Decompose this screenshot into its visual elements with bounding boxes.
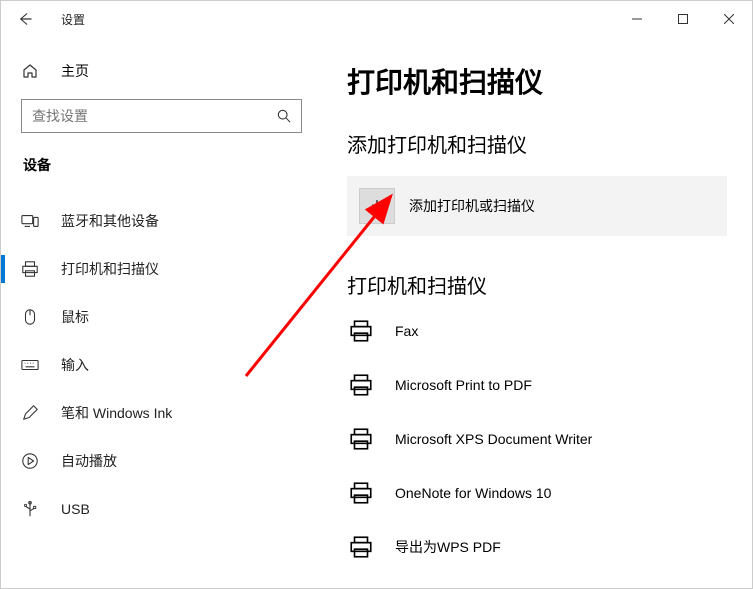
section-printers-heading: 打印机和扫描仪 bbox=[347, 270, 736, 299]
printer-label: OneNote for Windows 10 bbox=[395, 485, 551, 501]
add-printer-label: 添加打印机或扫描仪 bbox=[409, 196, 535, 216]
printer-device-icon bbox=[347, 425, 375, 453]
nav-label: 自动播放 bbox=[61, 451, 117, 471]
sidebar-item-usb[interactable]: USB bbox=[1, 485, 311, 533]
main-panel: 打印机和扫描仪 添加打印机和扫描仪 + 添加打印机或扫描仪 打印机和扫描仪 Fa… bbox=[331, 37, 752, 588]
printer-label: Microsoft XPS Document Writer bbox=[395, 431, 592, 447]
arrow-left-icon bbox=[18, 12, 32, 26]
window-title: 设置 bbox=[61, 11, 85, 28]
sidebar-item-autoplay[interactable]: 自动播放 bbox=[1, 437, 311, 485]
printer-icon bbox=[21, 260, 39, 278]
nav-list: 蓝牙和其他设备 打印机和扫描仪 鼠标 输入 笔和 Windows Ink 自动播… bbox=[1, 197, 311, 533]
close-icon bbox=[724, 14, 734, 24]
autoplay-icon bbox=[21, 452, 39, 470]
sidebar: 主页 设备 蓝牙和其他设备 打印机和扫描仪 鼠标 输入 bbox=[1, 37, 331, 588]
printer-device-icon bbox=[347, 371, 375, 399]
maximize-icon bbox=[678, 14, 688, 24]
search-icon bbox=[277, 109, 291, 123]
category-label: 设备 bbox=[21, 155, 311, 175]
search-box[interactable] bbox=[21, 99, 302, 133]
home-link[interactable]: 主页 bbox=[21, 61, 311, 81]
printer-label: Microsoft Print to PDF bbox=[395, 377, 532, 393]
nav-label: 笔和 Windows Ink bbox=[61, 403, 172, 423]
printers-list: Fax Microsoft Print to PDF Microsoft XPS… bbox=[347, 317, 736, 561]
pen-icon bbox=[21, 404, 39, 422]
nav-label: 输入 bbox=[61, 355, 89, 375]
home-label: 主页 bbox=[61, 61, 89, 81]
nav-label: 打印机和扫描仪 bbox=[61, 259, 159, 279]
devices-icon bbox=[21, 212, 39, 230]
nav-label: USB bbox=[61, 501, 90, 517]
nav-label: 鼠标 bbox=[61, 307, 89, 327]
printer-device-icon bbox=[347, 317, 375, 345]
page-title: 打印机和扫描仪 bbox=[347, 61, 736, 101]
minimize-icon bbox=[632, 14, 642, 24]
home-icon bbox=[21, 63, 39, 79]
maximize-button[interactable] bbox=[660, 4, 706, 34]
printer-item-fax[interactable]: Fax bbox=[347, 317, 736, 345]
printer-item-xps[interactable]: Microsoft XPS Document Writer bbox=[347, 425, 736, 453]
usb-icon bbox=[21, 500, 39, 518]
printer-item-ms-print-pdf[interactable]: Microsoft Print to PDF bbox=[347, 371, 736, 399]
printer-device-icon bbox=[347, 533, 375, 561]
printer-item-wps-pdf[interactable]: 导出为WPS PDF bbox=[347, 533, 736, 561]
sidebar-item-mouse[interactable]: 鼠标 bbox=[1, 293, 311, 341]
plus-icon: + bbox=[359, 188, 395, 224]
sidebar-item-bluetooth[interactable]: 蓝牙和其他设备 bbox=[1, 197, 311, 245]
add-printer-button[interactable]: + 添加打印机或扫描仪 bbox=[347, 176, 727, 236]
minimize-button[interactable] bbox=[614, 4, 660, 34]
search-input[interactable] bbox=[32, 108, 277, 124]
mouse-icon bbox=[21, 308, 39, 326]
back-button[interactable] bbox=[9, 3, 41, 35]
sidebar-item-pen[interactable]: 笔和 Windows Ink bbox=[1, 389, 311, 437]
close-button[interactable] bbox=[706, 4, 752, 34]
sidebar-item-typing[interactable]: 输入 bbox=[1, 341, 311, 389]
sidebar-item-printers[interactable]: 打印机和扫描仪 bbox=[1, 245, 311, 293]
keyboard-icon bbox=[21, 356, 39, 374]
printer-label: 导出为WPS PDF bbox=[395, 537, 501, 557]
section-add-heading: 添加打印机和扫描仪 bbox=[347, 129, 736, 158]
window-controls bbox=[614, 4, 752, 34]
printer-item-onenote[interactable]: OneNote for Windows 10 bbox=[347, 479, 736, 507]
printer-label: Fax bbox=[395, 323, 418, 339]
nav-label: 蓝牙和其他设备 bbox=[61, 211, 159, 231]
titlebar: 设置 bbox=[1, 1, 752, 37]
printer-device-icon bbox=[347, 479, 375, 507]
